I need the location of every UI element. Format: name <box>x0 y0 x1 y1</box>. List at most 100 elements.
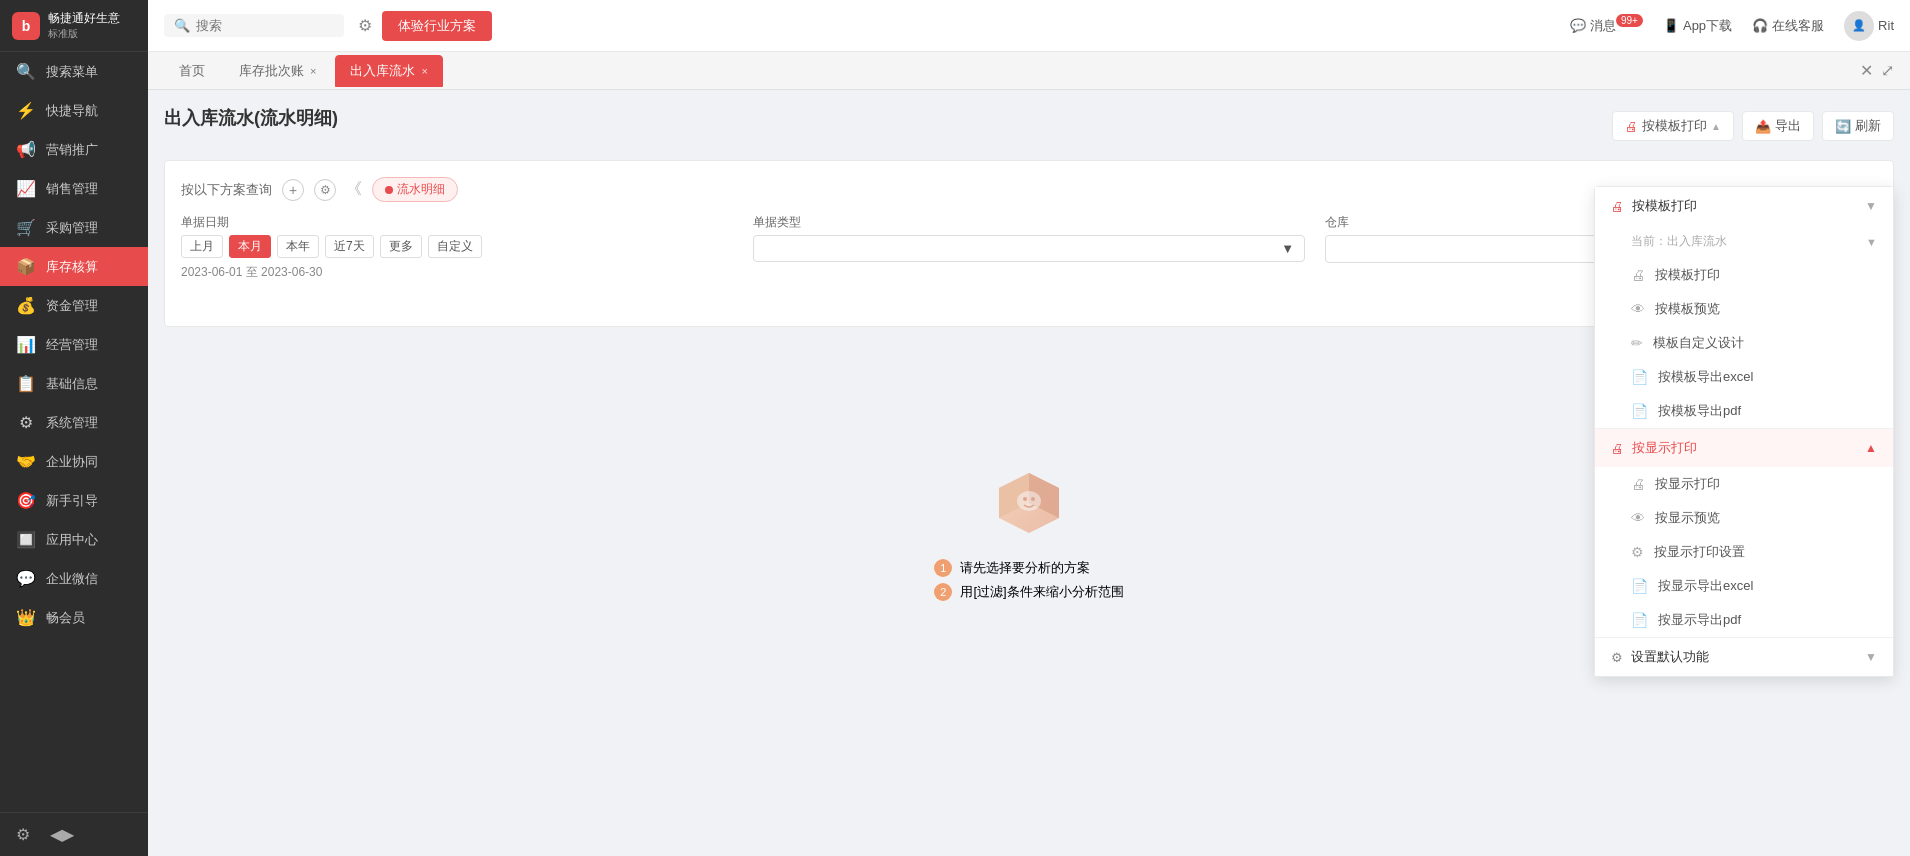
sidebar-item-finance[interactable]: 💰 资金管理 <box>0 286 148 325</box>
dropdown-item-display-pdf[interactable]: 📄 按显示导出pdf <box>1595 603 1893 637</box>
sidebar-item-weixin[interactable]: 💬 企业微信 <box>0 559 148 598</box>
sidebar-item-label: 应用中心 <box>46 531 98 549</box>
sidebar-item-system[interactable]: ⚙ 系统管理 <box>0 403 148 442</box>
notification-item[interactable]: 💬 消息 99+ <box>1570 17 1643 35</box>
app-download-label: App下载 <box>1683 17 1732 35</box>
close-window-icon[interactable]: ✕ <box>1860 61 1873 80</box>
refresh-icon: 🔄 <box>1835 119 1851 134</box>
expand-window-icon[interactable]: ⤢ <box>1881 61 1894 80</box>
date-btn-this-year[interactable]: 本年 <box>277 235 319 258</box>
dropdown-template-header[interactable]: 🖨 按模板打印 ▼ <box>1595 187 1893 225</box>
sidebar-item-basic[interactable]: 📋 基础信息 <box>0 364 148 403</box>
trial-btn[interactable]: 体验行业方案 <box>382 11 492 41</box>
sidebar-item-label: 企业微信 <box>46 570 98 588</box>
dropdown-display-header[interactable]: 🖨 按显示打印 ▲ <box>1595 429 1893 467</box>
notification-badge: 99+ <box>1616 14 1643 27</box>
dropdown-default-header[interactable]: ⚙ 设置默认功能 ▼ <box>1595 638 1893 676</box>
sidebar-item-operation[interactable]: 📊 经营管理 <box>0 325 148 364</box>
template-pdf-icon: 📄 <box>1631 403 1648 419</box>
tab-stock-flow-close[interactable]: × <box>421 65 427 77</box>
dropdown-template-header-label: 🖨 按模板打印 <box>1611 197 1697 215</box>
date-btn-more[interactable]: 更多 <box>380 235 422 258</box>
sidebar-item-label: 搜索菜单 <box>46 63 98 81</box>
topbar-gear-icon[interactable]: ⚙ <box>358 16 372 35</box>
tabs-bar: 首页 库存批次账 × 出入库流水 × ✕ ⤢ <box>148 52 1910 90</box>
active-filter-tag[interactable]: 流水明细 <box>372 177 458 202</box>
search-input[interactable] <box>196 18 334 33</box>
print-dropdown-panel: 🖨 按模板打印 ▼ 当前：出入库流水 ▼ 🖨 按模板打印 👁 按模板预览 <box>1594 186 1894 677</box>
app-version: 标准版 <box>48 27 120 41</box>
dropdown-current-template[interactable]: 当前：出入库流水 ▼ <box>1595 225 1893 258</box>
tab-batch-ledger[interactable]: 库存批次账 × <box>224 55 331 87</box>
sidebar-item-guide[interactable]: 🎯 新手引导 <box>0 481 148 520</box>
date-btn-custom[interactable]: 自定义 <box>428 235 482 258</box>
filter-field-voucher-type: 单据类型 ▼ <box>753 214 1305 262</box>
customer-service-item[interactable]: 🎧 在线客服 <box>1752 17 1824 35</box>
dropdown-item-display-preview[interactable]: 👁 按显示预览 <box>1595 501 1893 535</box>
tab-home[interactable]: 首页 <box>164 55 220 87</box>
filter-add-btn[interactable]: + <box>282 179 304 201</box>
template-design-icon: ✏ <box>1631 335 1643 351</box>
sidebar-item-inventory[interactable]: 📦 库存核算 <box>0 247 148 286</box>
sidebar-item-label: 企业协同 <box>46 453 98 471</box>
dropdown-item-template-print[interactable]: 🖨 按模板打印 <box>1595 258 1893 292</box>
filter-settings-btn[interactable]: ⚙ <box>314 179 336 201</box>
date-field-label: 单据日期 <box>181 214 733 231</box>
sidebar-item-coop[interactable]: 🤝 企业协同 <box>0 442 148 481</box>
sidebar-item-member[interactable]: 👑 畅会员 <box>0 598 148 637</box>
date-btn-last-month[interactable]: 上月 <box>181 235 223 258</box>
filter-collapse-btn[interactable]: 《 <box>346 179 362 200</box>
tab-batch-ledger-close[interactable]: × <box>310 65 316 77</box>
dropdown-item-template-pdf[interactable]: 📄 按模板导出pdf <box>1595 394 1893 428</box>
dropdown-item-display-settings[interactable]: ⚙ 按显示打印设置 <box>1595 535 1893 569</box>
top-action-row: 🖨 按模板打印 ▲ 📤 导出 🔄 刷新 <box>1612 111 1894 141</box>
display-excel-icon: 📄 <box>1631 578 1648 594</box>
app-logo-icon: b <box>12 12 40 40</box>
svg-point-3 <box>1017 491 1041 511</box>
dropdown-display-header-label: 🖨 按显示打印 <box>1611 439 1697 457</box>
print-template-btn[interactable]: 🖨 按模板打印 ▲ <box>1612 111 1734 141</box>
topbar-search-box[interactable]: 🔍 <box>164 14 344 37</box>
display-section-label: 按显示打印 <box>1632 439 1697 457</box>
sidebar-item-purchase[interactable]: 🛒 采购管理 <box>0 208 148 247</box>
system-icon: ⚙ <box>16 413 36 432</box>
tab-stock-flow[interactable]: 出入库流水 × <box>335 55 442 87</box>
settings-icon[interactable]: ⚙ <box>16 825 30 844</box>
inventory-icon: 📦 <box>16 257 36 276</box>
dropdown-item-template-excel[interactable]: 📄 按模板导出excel <box>1595 360 1893 394</box>
notification-icon: 💬 <box>1570 18 1586 33</box>
dropdown-expand-icon-2: ▲ <box>1865 441 1877 455</box>
template-chevron-icon: ▼ <box>1866 236 1877 248</box>
filter-field-date: 单据日期 上月 本月 本年 近7天 更多 自定义 2023-06-01 至 20… <box>181 214 733 281</box>
dropdown-item-template-design[interactable]: ✏ 模板自定义设计 <box>1595 326 1893 360</box>
export-btn[interactable]: 📤 导出 <box>1742 111 1814 141</box>
dropdown-item-display-excel[interactable]: 📄 按显示导出excel <box>1595 569 1893 603</box>
display-settings-icon: ⚙ <box>1631 544 1644 560</box>
display-settings-label: 按显示打印设置 <box>1654 543 1745 561</box>
collapse-sidebar-icon[interactable]: ◀▶ <box>50 825 74 844</box>
default-section-label: 设置默认功能 <box>1631 648 1709 666</box>
sidebar-item-search[interactable]: 🔍 搜索菜单 <box>0 52 148 91</box>
main-area: 🔍 ⚙ 体验行业方案 💬 消息 99+ 📱 App下载 🎧 在线客服 👤 <box>148 0 1910 856</box>
date-btn-this-month[interactable]: 本月 <box>229 235 271 258</box>
app-name: 畅捷通好生意 <box>48 10 120 27</box>
sidebar-item-appcenter[interactable]: 🔲 应用中心 <box>0 520 148 559</box>
dropdown-item-template-preview[interactable]: 👁 按模板预览 <box>1595 292 1893 326</box>
voucher-type-chevron: ▼ <box>1281 241 1294 256</box>
guide-icon: 🎯 <box>16 491 36 510</box>
template-design-label: 模板自定义设计 <box>1653 334 1744 352</box>
user-item[interactable]: 👤 Rit <box>1844 11 1894 41</box>
template-excel-label: 按模板导出excel <box>1658 368 1753 386</box>
sidebar-item-sales[interactable]: 📈 销售管理 <box>0 169 148 208</box>
date-btn-7days[interactable]: 近7天 <box>325 235 374 258</box>
svg-point-4 <box>1023 497 1027 501</box>
app-download-item[interactable]: 📱 App下载 <box>1663 17 1732 35</box>
refresh-btn[interactable]: 🔄 刷新 <box>1822 111 1894 141</box>
voucher-type-select[interactable]: ▼ <box>753 235 1305 262</box>
dropdown-item-display-print[interactable]: 🖨 按显示打印 <box>1595 467 1893 501</box>
tip-num-1: 1 <box>934 559 952 577</box>
display-preview-icon: 👁 <box>1631 510 1645 526</box>
sidebar-item-marketing[interactable]: 📢 营销推广 <box>0 130 148 169</box>
sidebar-item-quicknav[interactable]: ⚡ 快捷导航 <box>0 91 148 130</box>
template-preview-label: 按模板预览 <box>1655 300 1720 318</box>
